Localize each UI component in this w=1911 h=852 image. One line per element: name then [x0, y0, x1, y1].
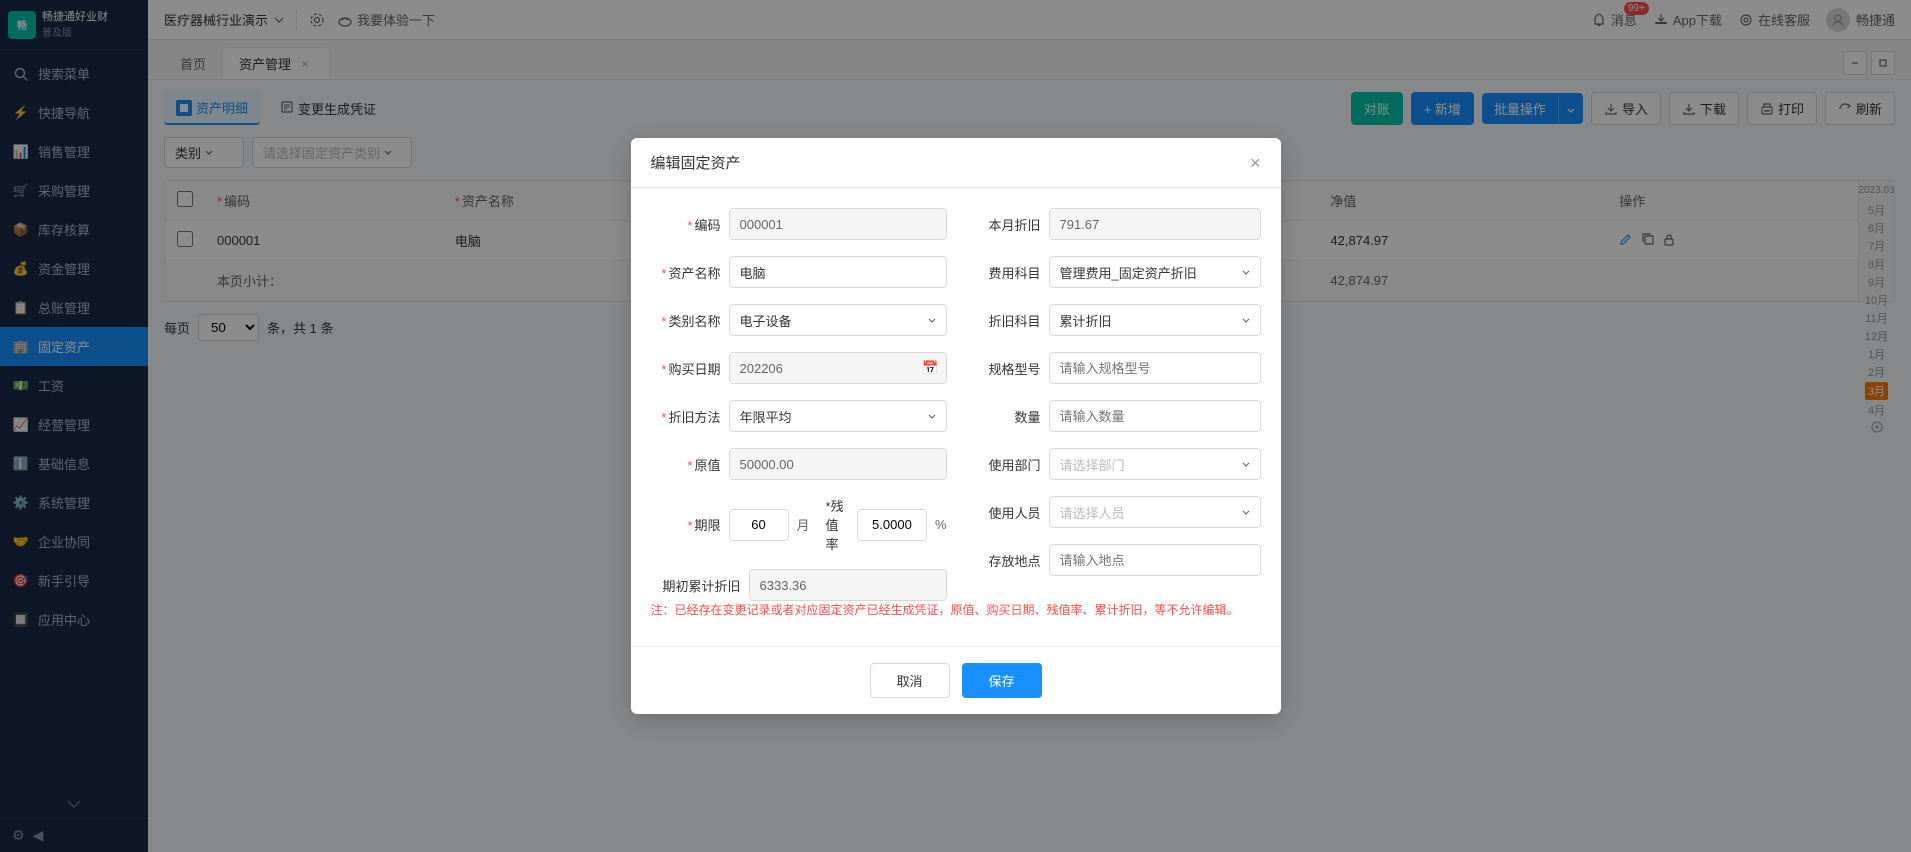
location-label: 存放地点	[971, 551, 1041, 570]
modal-header: 编辑固定资产 ×	[631, 138, 1281, 188]
form-item-spec: 规格型号	[971, 352, 1261, 384]
person-placeholder: 请选择人员	[1060, 503, 1125, 522]
save-label: 保存	[988, 674, 1014, 689]
depreciation-method-select[interactable]: 年限平均	[729, 400, 947, 432]
form-item-monthly-depreciation: 本月折旧	[971, 208, 1261, 240]
form-item-department: 使用部门 请选择部门	[971, 448, 1261, 480]
depreciation-method-value: 年限平均	[740, 407, 792, 426]
form-item-code: *编码	[651, 208, 947, 240]
monthly-depreciation-label: 本月折旧	[971, 215, 1041, 234]
location-input[interactable]	[1049, 544, 1261, 576]
spec-input[interactable]	[1049, 352, 1261, 384]
calendar-icon: 📅	[922, 360, 938, 376]
form-item-quantity: 数量	[971, 400, 1261, 432]
depreciation-method-label: *折旧方法	[651, 407, 721, 426]
expense-subject-value: 管理费用_固定资产折旧	[1060, 263, 1197, 282]
category-dropdown-icon	[928, 318, 936, 323]
form-item-original-value: *原值	[651, 448, 947, 480]
name-label: *资产名称	[651, 263, 721, 282]
purchase-date-label: *购买日期	[651, 359, 721, 378]
modal-footer: 取消 保存	[631, 646, 1281, 714]
depreciation-subject-select[interactable]: 累计折旧	[1049, 304, 1261, 336]
initial-accumulated-input[interactable]	[749, 569, 947, 601]
department-placeholder: 请选择部门	[1060, 455, 1125, 474]
save-button[interactable]: 保存	[962, 663, 1042, 698]
cancel-label: 取消	[896, 674, 922, 689]
name-input[interactable]	[729, 256, 947, 288]
person-label: 使用人员	[971, 503, 1041, 522]
residual-rate-label: *残值率	[826, 496, 849, 553]
form-item-location: 存放地点	[971, 544, 1261, 576]
expense-subject-select[interactable]: 管理费用_固定资产折旧	[1049, 256, 1261, 288]
department-label: 使用部门	[971, 455, 1041, 474]
expense-dropdown-icon	[1242, 270, 1250, 275]
form-item-depreciation-subject: 折旧科目 累计折旧	[971, 304, 1261, 336]
depreciation-method-dropdown-icon	[928, 414, 936, 419]
category-label: *类别名称	[651, 311, 721, 330]
form-grid: *编码 *资产名称 *类别名称 电子设备	[651, 208, 1261, 601]
original-value-label: *原值	[651, 455, 721, 474]
form-item-name: *资产名称	[651, 256, 947, 288]
form-right: 本月折旧 费用科目 管理费用_固定资产折旧 折旧科目	[971, 208, 1261, 601]
department-select[interactable]: 请选择部门	[1049, 448, 1261, 480]
form-item-depreciation-method: *折旧方法 年限平均	[651, 400, 947, 432]
category-value: 电子设备	[740, 311, 792, 330]
quantity-label: 数量	[971, 407, 1041, 426]
spec-label: 规格型号	[971, 359, 1041, 378]
code-input[interactable]	[729, 208, 947, 240]
form-item-initial-accumulated: 期初累计折旧	[651, 569, 947, 601]
cancel-button[interactable]: 取消	[870, 663, 950, 698]
original-value-input[interactable]	[729, 448, 947, 480]
modal-overlay: 编辑固定资产 × *编码 *资产名称	[0, 0, 1911, 852]
purchase-date-input[interactable]	[729, 352, 947, 384]
edit-asset-modal: 编辑固定资产 × *编码 *资产名称	[631, 138, 1281, 714]
person-select[interactable]: 请选择人员	[1049, 496, 1261, 528]
residual-rate-unit: %	[935, 517, 947, 532]
department-dropdown-icon	[1242, 462, 1250, 467]
purchase-date-wrapper: 📅	[729, 352, 947, 384]
modal-title: 编辑固定资产	[651, 152, 741, 173]
initial-accumulated-label: 期初累计折旧	[651, 576, 741, 595]
form-item-purchase-date: *购买日期 📅	[651, 352, 947, 384]
period-input[interactable]	[729, 509, 789, 541]
depreciation-subject-dropdown-icon	[1242, 318, 1250, 323]
note-text: 注：已经存在变更记录或者对应固定资产已经生成凭证，原值、购买日期、残值率、累计折…	[651, 603, 1239, 617]
residual-rate-input[interactable]	[857, 509, 927, 541]
monthly-depreciation-input[interactable]	[1049, 208, 1261, 240]
period-row: 月 *残值率 %	[729, 496, 947, 553]
form-item-category: *类别名称 电子设备	[651, 304, 947, 336]
form-item-period: *期限 月 *残值率 %	[651, 496, 947, 553]
form-item-person: 使用人员 请选择人员	[971, 496, 1261, 528]
expense-subject-label: 费用科目	[971, 263, 1041, 282]
period-label: *期限	[651, 515, 721, 534]
modal-note: 注：已经存在变更记录或者对应固定资产已经生成凭证，原值、购买日期、残值率、累计折…	[651, 601, 1261, 626]
form-item-expense-subject: 费用科目 管理费用_固定资产折旧	[971, 256, 1261, 288]
depreciation-subject-value: 累计折旧	[1060, 311, 1112, 330]
modal-body: *编码 *资产名称 *类别名称 电子设备	[631, 188, 1281, 646]
category-select[interactable]: 电子设备	[729, 304, 947, 336]
person-dropdown-icon	[1242, 510, 1250, 515]
depreciation-subject-label: 折旧科目	[971, 311, 1041, 330]
modal-close-button[interactable]: ×	[1250, 154, 1261, 172]
period-unit: 月	[797, 515, 810, 534]
form-left: *编码 *资产名称 *类别名称 电子设备	[651, 208, 947, 601]
quantity-input[interactable]	[1049, 400, 1261, 432]
code-label: *编码	[651, 215, 721, 234]
